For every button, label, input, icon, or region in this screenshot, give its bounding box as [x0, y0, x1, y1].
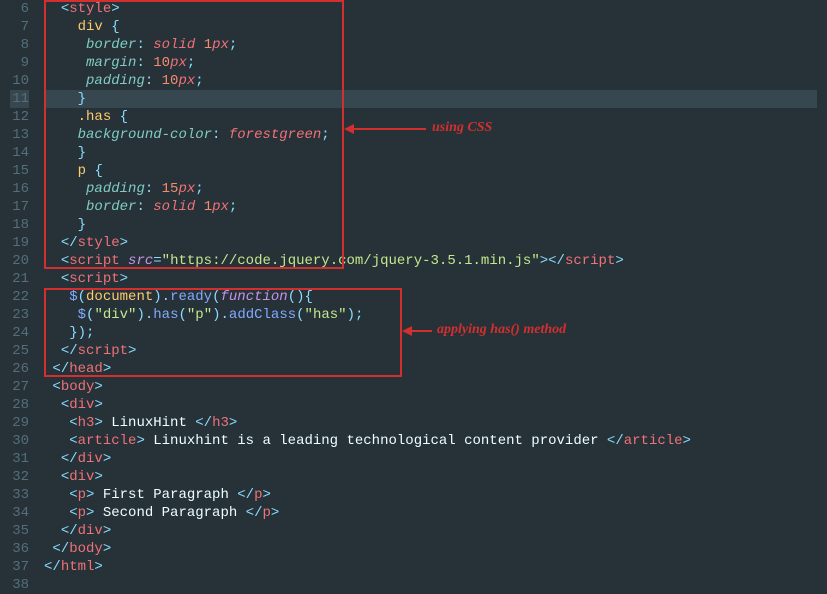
line-number: 7 [10, 18, 29, 36]
code-line[interactable]: <h3> LinuxHint </h3> [44, 414, 817, 432]
line-number: 37 [10, 558, 29, 576]
line-number-gutter: 6 7 8 9 10 11 12 13 14 15 16 17 18 19 20… [0, 0, 44, 592]
code-line[interactable]: border: solid 1px; [44, 36, 817, 54]
arrow-line [346, 128, 426, 130]
line-number: 34 [10, 504, 29, 522]
line-number: 12 [10, 108, 29, 126]
code-line[interactable]: </script> [44, 342, 817, 360]
line-number: 30 [10, 432, 29, 450]
line-number: 23 [10, 306, 29, 324]
code-line[interactable]: padding: 15px; [44, 180, 817, 198]
arrow-head-icon [344, 124, 354, 134]
code-line[interactable]: </html> [44, 558, 817, 576]
code-line[interactable]: <script> [44, 270, 817, 288]
annotation-label-css: using CSS [432, 120, 492, 136]
code-line[interactable]: } [44, 216, 817, 234]
code-line[interactable]: padding: 10px; [44, 72, 817, 90]
line-number: 17 [10, 198, 29, 216]
code-line[interactable]: background-color: forestgreen; [44, 126, 817, 144]
code-line[interactable]: div { [44, 18, 817, 36]
code-line[interactable]: $(document).ready(function(){ [44, 288, 817, 306]
code-line[interactable]: border: solid 1px; [44, 198, 817, 216]
code-line[interactable]: <body> [44, 378, 817, 396]
line-number: 15 [10, 162, 29, 180]
line-number: 25 [10, 342, 29, 360]
line-number: 6 [10, 0, 29, 18]
code-line[interactable]: $("div").has("p").addClass("has"); [44, 306, 817, 324]
line-number: 14 [10, 144, 29, 162]
line-number: 24 [10, 324, 29, 342]
code-line[interactable]: <style> [44, 0, 817, 18]
code-line[interactable]: .has { [44, 108, 817, 126]
line-number: 19 [10, 234, 29, 252]
line-number: 13 [10, 126, 29, 144]
code-line[interactable]: } [44, 144, 817, 162]
code-line[interactable]: <article> Linuxhint is a leading technol… [44, 432, 817, 450]
code-line[interactable]: <div> [44, 396, 817, 414]
line-number: 28 [10, 396, 29, 414]
line-number-current: 11 [10, 90, 29, 108]
code-line[interactable]: <p> Second Paragraph </p> [44, 504, 817, 522]
annotation-label-has: applying has() method [437, 322, 566, 338]
line-number: 27 [10, 378, 29, 396]
line-number: 36 [10, 540, 29, 558]
code-line[interactable]: margin: 10px; [44, 54, 817, 72]
line-number: 9 [10, 54, 29, 72]
code-line[interactable]: </head> [44, 360, 817, 378]
code-line[interactable]: </style> [44, 234, 817, 252]
code-line[interactable]: </body> [44, 540, 817, 558]
code-editor[interactable]: <style> div { border: solid 1px; margin:… [44, 0, 827, 592]
line-number: 31 [10, 450, 29, 468]
line-number: 8 [10, 36, 29, 54]
line-number: 10 [10, 72, 29, 90]
code-line[interactable]: p { [44, 162, 817, 180]
line-number: 26 [10, 360, 29, 378]
code-line[interactable]: <script src="https://code.jquery.com/jqu… [44, 252, 817, 270]
code-line[interactable]: </div> [44, 450, 817, 468]
line-number: 38 [10, 576, 29, 594]
line-number: 29 [10, 414, 29, 432]
code-line[interactable]: <p> First Paragraph </p> [44, 486, 817, 504]
line-number: 22 [10, 288, 29, 306]
line-number: 35 [10, 522, 29, 540]
line-number: 32 [10, 468, 29, 486]
line-number: 20 [10, 252, 29, 270]
line-number: 18 [10, 216, 29, 234]
code-line[interactable]: }); [44, 324, 817, 342]
code-line[interactable]: <div> [44, 468, 817, 486]
line-number: 16 [10, 180, 29, 198]
line-number: 33 [10, 486, 29, 504]
arrow-head-icon [402, 326, 412, 336]
code-line[interactable]: </div> [44, 522, 817, 540]
line-number: 21 [10, 270, 29, 288]
code-line-current[interactable]: } [44, 90, 817, 108]
